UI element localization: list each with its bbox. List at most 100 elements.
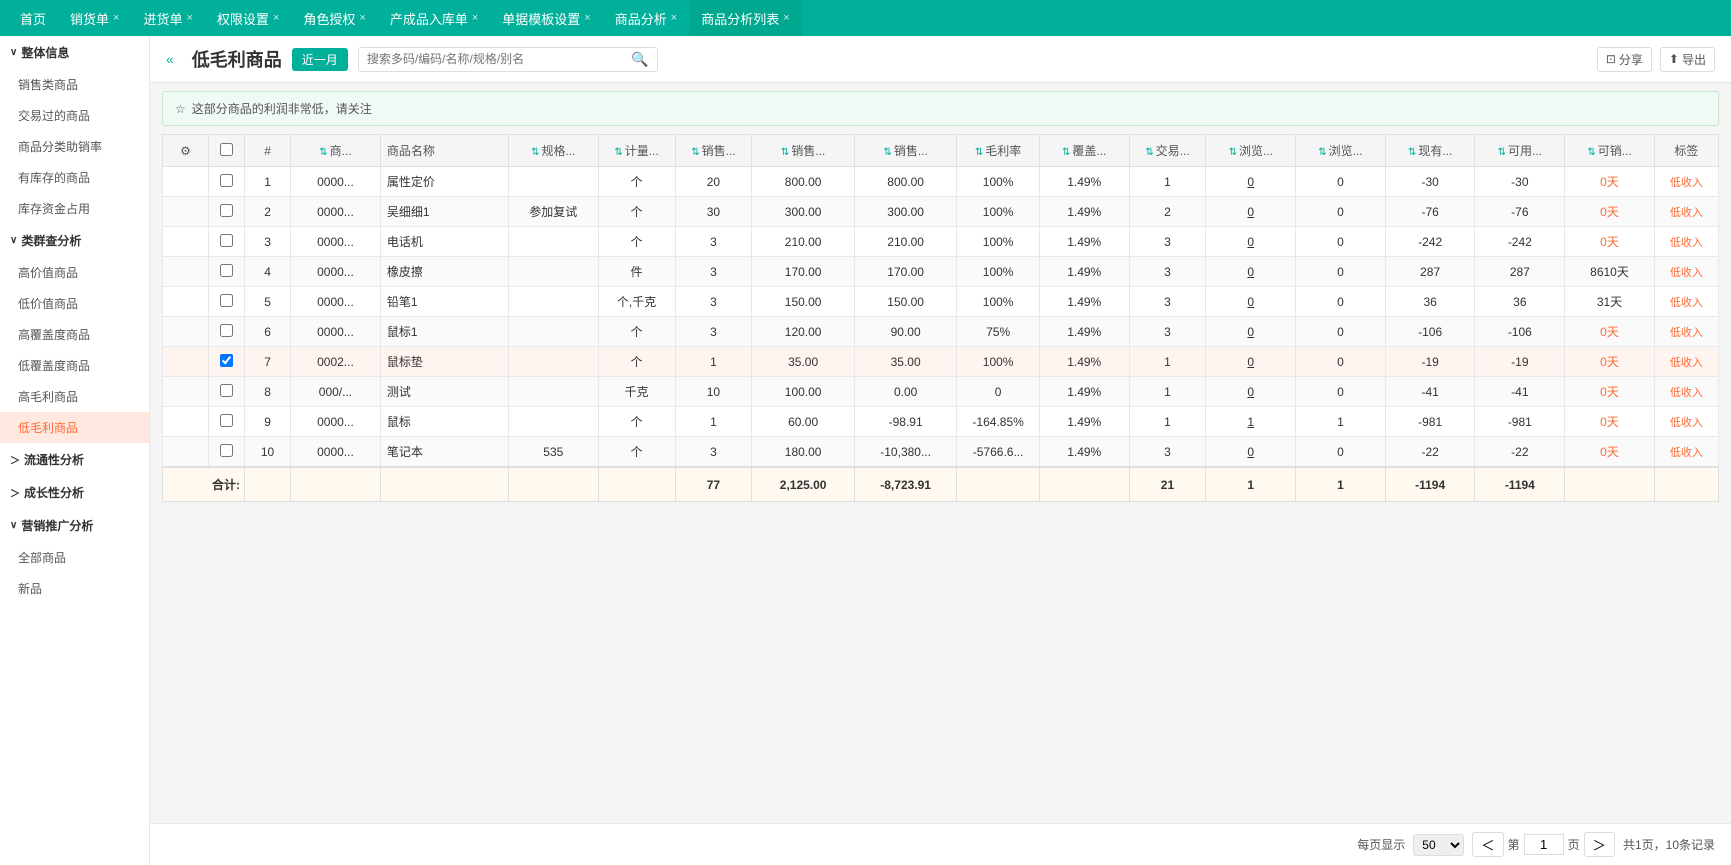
nav-template-settings[interactable]: 单据模板设置 ×	[490, 0, 602, 36]
col-header-available-stock[interactable]: ⇅可用...	[1475, 135, 1565, 167]
nav-permissions[interactable]: 权限设置 ×	[205, 0, 291, 36]
col-header-spec[interactable]: ⇅规格...	[508, 135, 598, 167]
col-header-trade[interactable]: ⇅交易...	[1129, 135, 1206, 167]
sidebar-item-low-margin[interactable]: 低毛利商品	[0, 412, 149, 443]
browse-link[interactable]: 0	[1247, 445, 1254, 459]
col-header-settings[interactable]: ⚙	[163, 135, 209, 167]
col-header-checkbox[interactable]	[209, 135, 245, 167]
col-header-gross-rate[interactable]: ⇅毛利率	[957, 135, 1039, 167]
row-checkbox[interactable]	[220, 324, 233, 337]
sidebar-group-liquidity-title[interactable]: ＞ 流通性分析	[0, 443, 149, 476]
nav-home[interactable]: 首页	[8, 0, 58, 36]
cell-checkbox[interactable]	[209, 197, 245, 227]
row-checkbox[interactable]	[220, 174, 233, 187]
col-header-tag[interactable]: 标签	[1654, 135, 1718, 167]
browse-link[interactable]: 0	[1247, 265, 1254, 279]
browse-link[interactable]: 0	[1247, 295, 1254, 309]
select-all-checkbox[interactable]	[220, 143, 233, 156]
browse-link[interactable]: 0	[1247, 205, 1254, 219]
sidebar-item-high-margin[interactable]: 高毛利商品	[0, 381, 149, 412]
sidebar-item-high-coverage[interactable]: 高覆盖度商品	[0, 319, 149, 350]
sidebar-item-sales-goods[interactable]: 销售类商品	[0, 69, 149, 100]
sidebar-item-all-goods[interactable]: 全部商品	[0, 542, 149, 573]
sidebar-item-traded-goods[interactable]: 交易过的商品	[0, 100, 149, 131]
export-button[interactable]: ⬆ 导出	[1660, 47, 1715, 72]
sidebar-item-high-value[interactable]: 高价值商品	[0, 257, 149, 288]
col-header-browse2[interactable]: ⇅浏览...	[1296, 135, 1386, 167]
col-header-current-stock[interactable]: ⇅现有...	[1385, 135, 1475, 167]
cell-browse1[interactable]: 0	[1206, 167, 1296, 197]
page-number-input[interactable]	[1524, 834, 1564, 855]
sidebar-group-cluster-title[interactable]: ∨ 类群查分析	[0, 224, 149, 257]
browse-link[interactable]: 0	[1247, 355, 1254, 369]
sidebar-group-overall-title[interactable]: ∨ 整体信息	[0, 36, 149, 69]
row-checkbox[interactable]	[220, 264, 233, 277]
nav-role-auth[interactable]: 角色授权 ×	[291, 0, 377, 36]
sidebar-item-low-value[interactable]: 低价值商品	[0, 288, 149, 319]
row-checkbox[interactable]	[220, 384, 233, 397]
col-header-unit[interactable]: ⇅计量...	[598, 135, 675, 167]
per-page-select[interactable]: 50 10 20 100	[1413, 834, 1464, 856]
cell-browse1[interactable]: 0	[1206, 377, 1296, 407]
share-button[interactable]: ⊡ 分享	[1597, 47, 1652, 72]
row-checkbox[interactable]	[220, 234, 233, 247]
sidebar-item-stock-goods[interactable]: 有库存的商品	[0, 162, 149, 193]
cell-checkbox[interactable]	[209, 407, 245, 437]
cell-browse1[interactable]: 1	[1206, 407, 1296, 437]
prev-page-button[interactable]: ＜	[1472, 832, 1503, 857]
cell-checkbox[interactable]	[209, 257, 245, 287]
col-header-sales-profit[interactable]: ⇅销售...	[854, 135, 957, 167]
cell-checkbox[interactable]	[209, 377, 245, 407]
col-header-sales-qty[interactable]: ⇅销售...	[675, 135, 752, 167]
search-input[interactable]	[367, 52, 632, 66]
sidebar-item-low-coverage[interactable]: 低覆盖度商品	[0, 350, 149, 381]
date-filter-button[interactable]: 近一月	[292, 48, 348, 71]
cell-checkbox[interactable]	[209, 437, 245, 468]
row-checkbox[interactable]	[220, 354, 233, 367]
cell-browse1[interactable]: 0	[1206, 257, 1296, 287]
browse-link[interactable]: 0	[1247, 235, 1254, 249]
sidebar-group-marketing-title[interactable]: ∨ 营销推广分析	[0, 509, 149, 542]
nav-close-icon[interactable]: ×	[359, 12, 365, 24]
browse-link[interactable]: 0	[1247, 385, 1254, 399]
row-checkbox[interactable]	[220, 444, 233, 457]
col-header-sales-amt[interactable]: ⇅销售...	[752, 135, 855, 167]
cell-checkbox[interactable]	[209, 347, 245, 377]
browse-link[interactable]: 0	[1247, 175, 1254, 189]
cell-checkbox[interactable]	[209, 317, 245, 347]
nav-product-analysis-list[interactable]: 商品分析列表 ×	[689, 0, 801, 36]
col-header-name[interactable]: 商品名称	[380, 135, 508, 167]
row-checkbox[interactable]	[220, 294, 233, 307]
cell-browse1[interactable]: 0	[1206, 287, 1296, 317]
row-checkbox[interactable]	[220, 414, 233, 427]
nav-finished-goods[interactable]: 产成品入库单 ×	[378, 0, 490, 36]
cell-browse1[interactable]: 0	[1206, 437, 1296, 468]
nav-purchase-order[interactable]: 进货单 ×	[131, 0, 204, 36]
sidebar-item-stock-capital[interactable]: 库存资金占用	[0, 193, 149, 224]
col-header-saleable-days[interactable]: ⇅可销...	[1565, 135, 1655, 167]
sidebar-collapse-button[interactable]: «	[166, 51, 174, 67]
nav-product-analysis[interactable]: 商品分析 ×	[603, 0, 689, 36]
cell-browse1[interactable]: 0	[1206, 197, 1296, 227]
nav-close-icon[interactable]: ×	[273, 12, 279, 24]
cell-browse1[interactable]: 0	[1206, 317, 1296, 347]
nav-close-icon[interactable]: ×	[113, 12, 119, 24]
browse-link[interactable]: 1	[1247, 415, 1254, 429]
sidebar-item-category-rate[interactable]: 商品分类助销率	[0, 131, 149, 162]
row-checkbox[interactable]	[220, 204, 233, 217]
nav-sales-order[interactable]: 销货单 ×	[58, 0, 131, 36]
next-page-button[interactable]: ＞	[1584, 832, 1615, 857]
nav-close-icon[interactable]: ×	[584, 12, 590, 24]
nav-close-icon[interactable]: ×	[472, 12, 478, 24]
sidebar-group-growth-title[interactable]: ＞ 成长性分析	[0, 476, 149, 509]
cell-checkbox[interactable]	[209, 167, 245, 197]
cell-checkbox[interactable]	[209, 227, 245, 257]
cell-checkbox[interactable]	[209, 287, 245, 317]
search-icon[interactable]: 🔍	[631, 51, 648, 68]
col-header-coverage[interactable]: ⇅覆盖...	[1039, 135, 1129, 167]
col-header-code[interactable]: ⇅商...	[291, 135, 381, 167]
sidebar-item-new-goods[interactable]: 新品	[0, 573, 149, 604]
nav-close-icon[interactable]: ×	[186, 12, 192, 24]
nav-close-icon[interactable]: ×	[671, 12, 677, 24]
cell-browse1[interactable]: 0	[1206, 347, 1296, 377]
